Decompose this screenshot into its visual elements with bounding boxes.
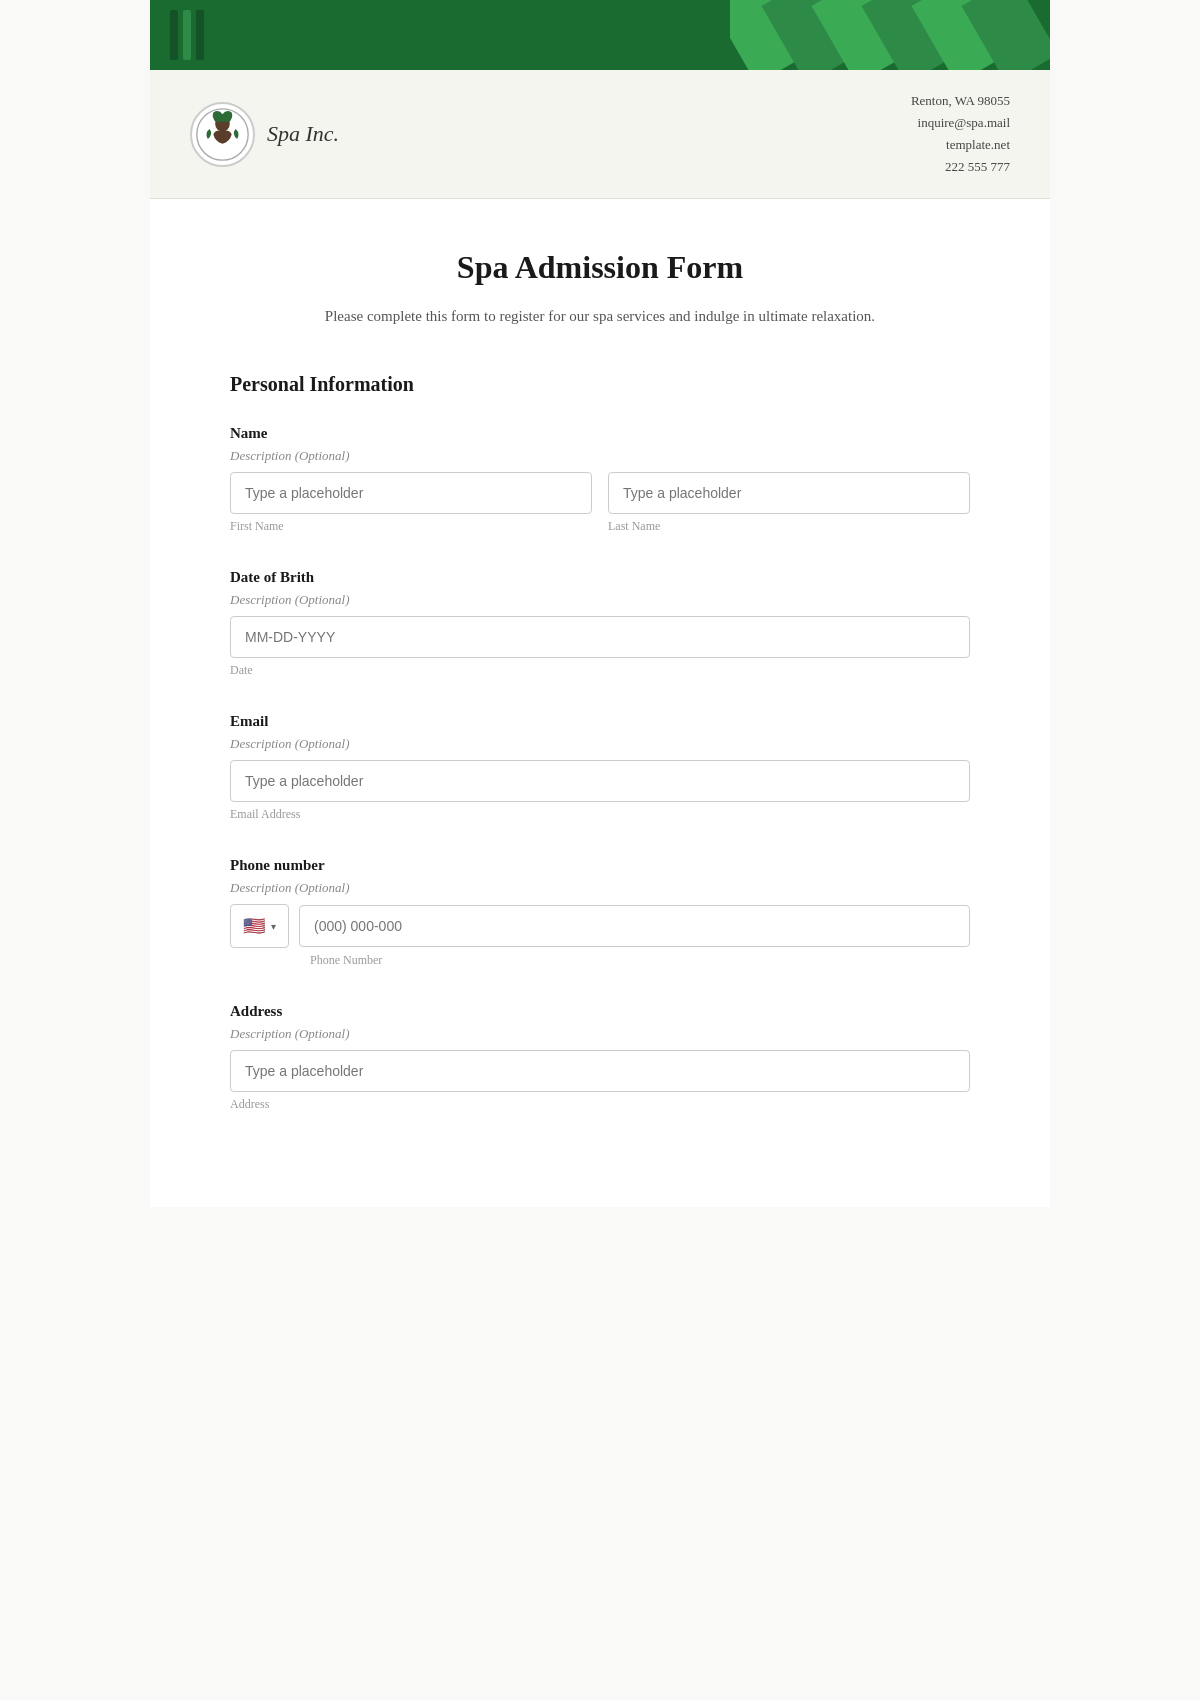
- country-select[interactable]: 🇺🇸 ▾: [230, 904, 289, 948]
- field-group-dob: Date of Brith Description (Optional) Dat…: [230, 569, 970, 678]
- contact-info: Renton, WA 98055 inquire@spa.mail templa…: [911, 90, 1010, 178]
- phone-description: Description (Optional): [230, 880, 970, 896]
- address-description: Description (Optional): [230, 1026, 970, 1042]
- name-input-row: First Name Last Name: [230, 472, 970, 534]
- dob-label: Date of Brith: [230, 569, 970, 586]
- field-group-address: Address Description (Optional) Address: [230, 1003, 970, 1112]
- name-label: Name: [230, 425, 970, 442]
- last-name-input[interactable]: [608, 472, 970, 514]
- phone-row: 🇺🇸 ▾: [230, 904, 970, 948]
- field-group-name: Name Description (Optional) First Name L…: [230, 425, 970, 534]
- flag-icon: 🇺🇸: [243, 915, 265, 937]
- address-input[interactable]: [230, 1050, 970, 1092]
- logo-svg: [195, 107, 250, 162]
- logo-name: Spa Inc.: [267, 121, 339, 147]
- first-name-input[interactable]: [230, 472, 592, 514]
- last-name-sublabel: Last Name: [608, 519, 970, 534]
- contact-address: Renton, WA 98055: [911, 90, 1010, 112]
- form-subtitle: Please complete this form to register fo…: [230, 304, 970, 328]
- phone-label: Phone number: [230, 857, 970, 874]
- field-group-phone: Phone number Description (Optional) 🇺🇸 ▾…: [230, 857, 970, 968]
- email-description: Description (Optional): [230, 736, 970, 752]
- banner-diagonal: [730, 0, 1050, 70]
- field-group-email: Email Description (Optional) Email Addre…: [230, 713, 970, 822]
- stripe-2: [183, 10, 191, 60]
- stripe-1: [170, 10, 178, 60]
- last-name-col: Last Name: [608, 472, 970, 534]
- logo-area: Spa Inc.: [190, 102, 339, 167]
- email-sublabel: Email Address: [230, 807, 970, 822]
- first-name-sublabel: First Name: [230, 519, 592, 534]
- contact-website: template.net: [911, 134, 1010, 156]
- sub-header: Spa Inc. Renton, WA 98055 inquire@spa.ma…: [150, 70, 1050, 199]
- phone-input[interactable]: [299, 905, 970, 947]
- dob-description: Description (Optional): [230, 592, 970, 608]
- section-personal-title: Personal Information: [230, 373, 970, 400]
- name-description: Description (Optional): [230, 448, 970, 464]
- email-input[interactable]: [230, 760, 970, 802]
- dob-input[interactable]: [230, 616, 970, 658]
- phone-sublabel: Phone Number: [310, 953, 970, 968]
- main-content: Spa Admission Form Please complete this …: [150, 199, 1050, 1207]
- first-name-col: First Name: [230, 472, 592, 534]
- banner-stripes: [150, 10, 204, 60]
- address-label: Address: [230, 1003, 970, 1020]
- address-sublabel: Address: [230, 1097, 970, 1112]
- form-title: Spa Admission Form: [230, 249, 970, 286]
- stripe-3: [196, 10, 204, 60]
- logo-icon: [190, 102, 255, 167]
- contact-email: inquire@spa.mail: [911, 112, 1010, 134]
- contact-phone: 222 555 777: [911, 156, 1010, 178]
- email-label: Email: [230, 713, 970, 730]
- chevron-down-icon: ▾: [271, 921, 276, 932]
- header-banner: [150, 0, 1050, 70]
- dob-sublabel: Date: [230, 663, 970, 678]
